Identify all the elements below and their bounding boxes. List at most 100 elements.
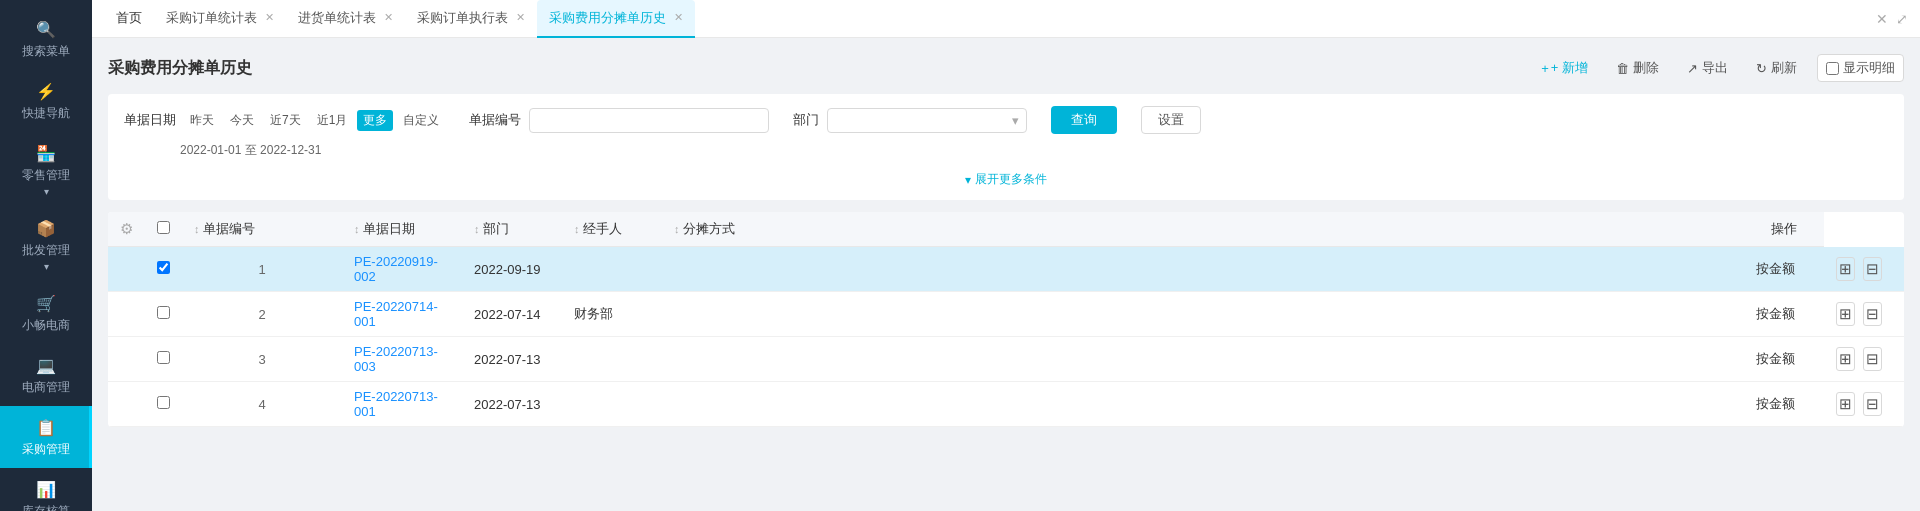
col-header-date[interactable]: 单据日期 [342, 212, 462, 247]
edit-icon[interactable]: ⊞ [1836, 302, 1855, 326]
row-select-checkbox[interactable] [157, 351, 170, 364]
gear-icon[interactable]: ⚙ [120, 220, 133, 237]
tab-close-inbound-stats[interactable]: ✕ [384, 11, 393, 24]
sidebar-item-quicknav[interactable]: ⚡ 快捷导航 [0, 70, 92, 132]
tab-close-purchase-order-stats[interactable]: ✕ [265, 11, 274, 24]
export-button[interactable]: ↗ 导出 [1679, 55, 1736, 81]
doc-no-link[interactable]: PE-20220713-003 [354, 344, 438, 374]
row-handler [662, 337, 1744, 382]
tab-home[interactable]: 首页 [104, 0, 154, 38]
table-row: 1 PE-20220919-002 2022-09-19 按金额 ⊞ ⊟ [108, 247, 1904, 292]
tab-expand-action[interactable]: ⤢ [1896, 11, 1908, 27]
row-dept [562, 247, 662, 292]
row-date: 2022-09-19 [462, 247, 562, 292]
col-header-dept[interactable]: 部门 [462, 212, 562, 247]
date-filter-label: 单据日期 [124, 111, 176, 129]
query-button[interactable]: 查询 [1051, 106, 1117, 134]
tab-purchase-order-stats[interactable]: 采购订单统计表 ✕ [154, 0, 286, 38]
row-dept [562, 337, 662, 382]
edit-icon[interactable]: ⊞ [1836, 257, 1855, 281]
row-split-method: 按金额 [1744, 247, 1824, 292]
tab-close-purchase-order-exec[interactable]: ✕ [516, 11, 525, 24]
expand-more-btn[interactable]: ▾ 展开更多条件 [124, 171, 1888, 188]
row-settings [108, 382, 145, 427]
row-date: 2022-07-13 [462, 382, 562, 427]
more-icon[interactable]: ⊟ [1863, 257, 1882, 281]
sidebar-item-ecommerce[interactable]: 💻 电商管理 [0, 344, 92, 406]
row-doc-no: PE-20220919-002 [342, 247, 462, 292]
dept-select[interactable]: 财务部 [827, 108, 1027, 133]
toolbar: + + 新增 🗑 删除 ↗ 导出 ↻ 刷新 显示明细 [1533, 54, 1904, 82]
table-container: ⚙ 单据编号 单据日期 部门 经手人 分摊方式 操作 [108, 212, 1904, 427]
select-all-checkbox[interactable] [157, 221, 170, 234]
settings-button[interactable]: 设置 [1141, 106, 1201, 134]
export-icon: ↗ [1687, 61, 1698, 76]
tab-close-action[interactable]: ✕ [1876, 11, 1888, 27]
sidebar-item-purchase[interactable]: 📋 采购管理 [0, 406, 92, 468]
sidebar-item-inventory[interactable]: 📊 库存核算 [0, 468, 92, 511]
row-checkbox [145, 292, 182, 337]
doc-no-link[interactable]: PE-20220713-001 [354, 389, 438, 419]
col-header-doc-no[interactable]: 单据编号 [182, 212, 342, 247]
doc-no-input[interactable] [529, 108, 769, 133]
row-date: 2022-07-13 [462, 337, 562, 382]
computer-icon: 💻 [36, 356, 56, 375]
row-handler [662, 247, 1744, 292]
date-btn-today[interactable]: 今天 [224, 110, 260, 131]
edit-icon[interactable]: ⊞ [1836, 392, 1855, 416]
trash-icon: 🗑 [1616, 61, 1629, 76]
show-cols-button[interactable]: 显示明细 [1817, 54, 1904, 82]
col-header-settings: ⚙ [108, 212, 145, 247]
tab-purchase-cost-history[interactable]: 采购费用分摊单历史 ✕ [537, 0, 695, 38]
row-actions: ⊞ ⊟ [1824, 247, 1904, 292]
chevron-down-icon: ▾ [44, 261, 49, 272]
doc-no-link[interactable]: PE-20220919-002 [354, 254, 438, 284]
row-select-checkbox[interactable] [157, 306, 170, 319]
sidebar-item-ecommerce-small[interactable]: 🛒 小畅电商 [0, 282, 92, 344]
more-icon[interactable]: ⊟ [1863, 302, 1882, 326]
store-icon: 🏪 [36, 144, 56, 163]
tab-close-purchase-cost-history[interactable]: ✕ [674, 11, 683, 24]
tab-purchase-order-exec[interactable]: 采购订单执行表 ✕ [405, 0, 537, 38]
sidebar-item-retail[interactable]: 🏪 零售管理 ▾ [0, 132, 92, 207]
doc-no-link[interactable]: PE-20220714-001 [354, 299, 438, 329]
row-doc-no: PE-20220713-003 [342, 337, 462, 382]
data-table: ⚙ 单据编号 单据日期 部门 经手人 分摊方式 操作 [108, 212, 1904, 427]
date-btn-custom[interactable]: 自定义 [397, 110, 445, 131]
row-num: 4 [182, 382, 342, 427]
sidebar: 🔍 搜索菜单 ⚡ 快捷导航 🏪 零售管理 ▾ 📦 批发管理 ▾ 🛒 小畅电商 💻… [0, 0, 92, 511]
date-btn-7days[interactable]: 近7天 [264, 110, 307, 131]
table-row: 3 PE-20220713-003 2022-07-13 按金额 ⊞ ⊟ [108, 337, 1904, 382]
refresh-button[interactable]: ↻ 刷新 [1748, 55, 1805, 81]
main-content: 首页 采购订单统计表 ✕ 进货单统计表 ✕ 采购订单执行表 ✕ 采购费用分摊单历… [92, 0, 1920, 511]
row-handler [662, 292, 1744, 337]
table-header-row: ⚙ 单据编号 单据日期 部门 经手人 分摊方式 操作 [108, 212, 1904, 247]
chevron-down-icon: ▾ [965, 173, 971, 187]
filter-area: 单据日期 昨天 今天 近7天 近1月 更多 自定义 单据编号 [108, 94, 1904, 200]
chart-icon: 📊 [36, 480, 56, 499]
filter-row-1: 单据日期 昨天 今天 近7天 近1月 更多 自定义 单据编号 [124, 106, 1888, 134]
date-btn-yesterday[interactable]: 昨天 [184, 110, 220, 131]
date-btn-1month[interactable]: 近1月 [311, 110, 354, 131]
tab-inbound-stats[interactable]: 进货单统计表 ✕ [286, 0, 405, 38]
row-select-checkbox[interactable] [157, 396, 170, 409]
col-header-split[interactable]: 分摊方式 [662, 212, 1744, 247]
row-dept: 财务部 [562, 292, 662, 337]
row-select-checkbox[interactable] [157, 261, 170, 274]
add-button[interactable]: + + 新增 [1533, 55, 1596, 81]
page-content: 采购费用分摊单历史 + + 新增 🗑 删除 ↗ 导出 ↻ 刷新 [92, 38, 1920, 511]
more-icon[interactable]: ⊟ [1863, 392, 1882, 416]
delete-button[interactable]: 🗑 删除 [1608, 55, 1667, 81]
edit-icon[interactable]: ⊞ [1836, 347, 1855, 371]
table-row: 4 PE-20220713-001 2022-07-13 按金额 ⊞ ⊟ [108, 382, 1904, 427]
sidebar-item-search[interactable]: 🔍 搜索菜单 [0, 8, 92, 70]
date-btn-more[interactable]: 更多 [357, 110, 393, 131]
sidebar-item-wholesale[interactable]: 📦 批发管理 ▾ [0, 207, 92, 282]
chevron-down-icon: ▾ [44, 186, 49, 197]
col-header-action: 操作 [1744, 212, 1824, 247]
doc-no-filter-group: 单据编号 [469, 108, 769, 133]
more-icon[interactable]: ⊟ [1863, 347, 1882, 371]
show-cols-checkbox[interactable] [1826, 62, 1839, 75]
col-header-handler[interactable]: 经手人 [562, 212, 662, 247]
search-icon: 🔍 [36, 20, 56, 39]
